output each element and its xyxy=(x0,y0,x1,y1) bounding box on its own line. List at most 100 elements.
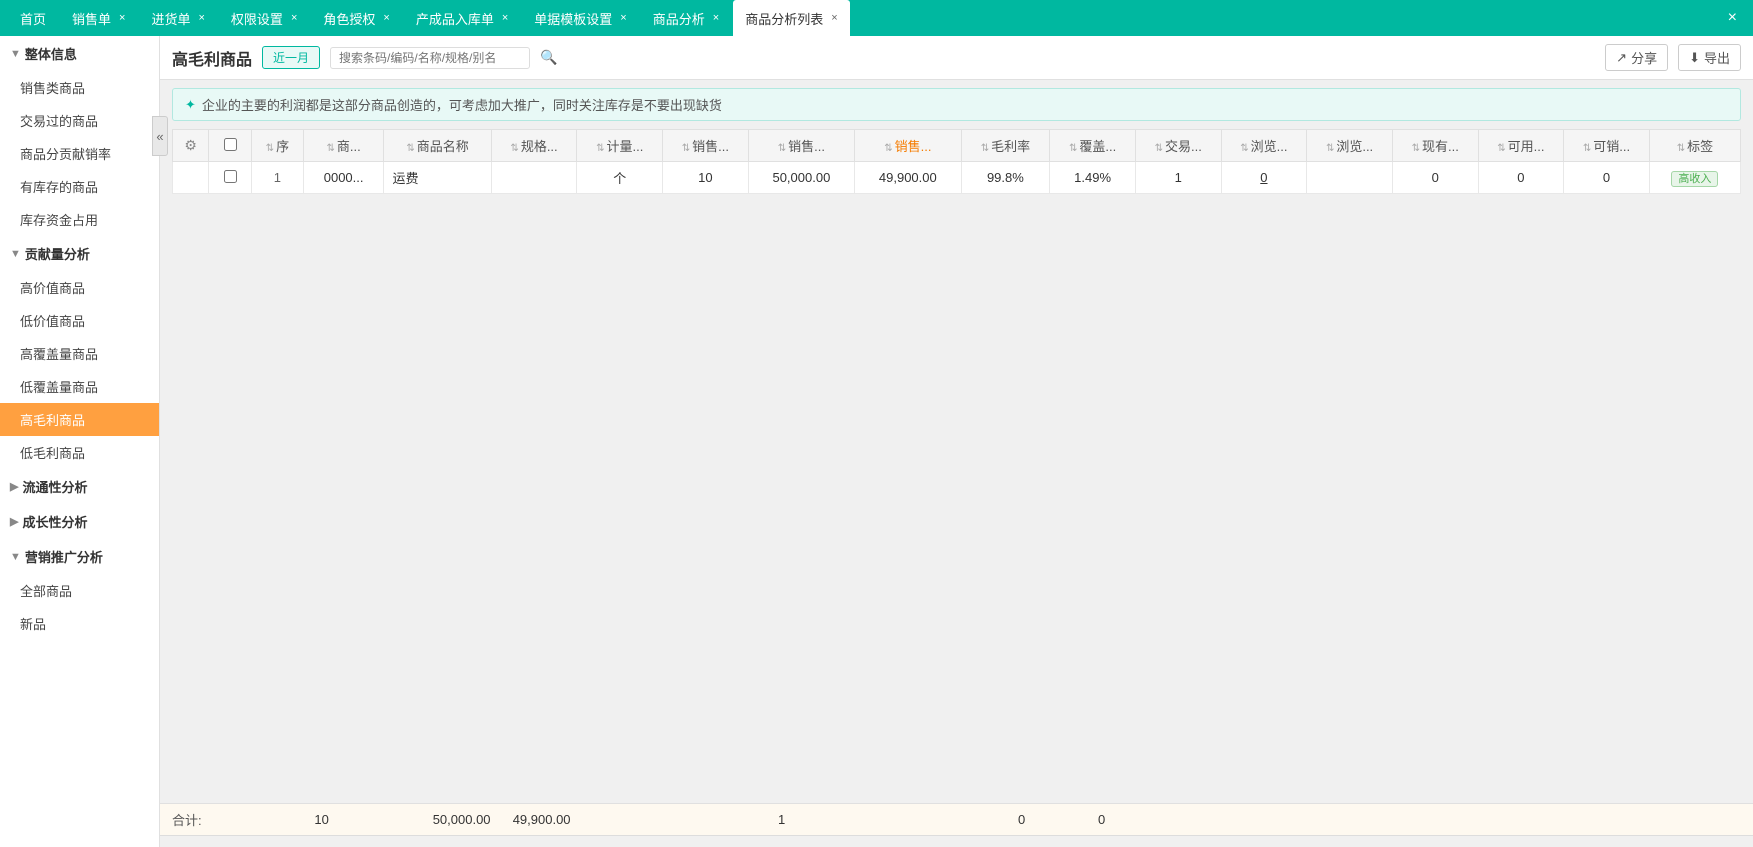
cell-views2 xyxy=(1307,162,1393,194)
close-icon[interactable]: × xyxy=(119,12,125,24)
sidebar-group-overall[interactable]: ▼ 整体信息 xyxy=(0,36,159,71)
search-button[interactable]: 🔍 xyxy=(540,49,557,66)
select-all-checkbox[interactable] xyxy=(224,138,237,151)
chevron-right-icon: ▶ xyxy=(10,515,18,528)
footer-label: 合计: xyxy=(172,810,202,829)
sidebar-group-marketing[interactable]: ▼ 营销推广分析 xyxy=(0,539,159,574)
cell-checkbox[interactable] xyxy=(209,162,252,194)
chevron-right-icon: ▶ xyxy=(10,480,18,493)
table-container: ⚙ ⇅序 ⇅商... ⇅商品名称 ⇅规格... ⇅计量... ⇅销售... ⇅销… xyxy=(160,129,1753,803)
close-icon[interactable]: × xyxy=(831,12,837,24)
sidebar-item-traded-goods[interactable]: 交易过的商品 xyxy=(0,104,159,137)
info-icon: ✦ xyxy=(185,97,196,113)
horizontal-scrollbar[interactable] xyxy=(160,835,1753,847)
col-views2[interactable]: ⇅浏览... xyxy=(1307,130,1393,162)
col-code[interactable]: ⇅商... xyxy=(303,130,384,162)
sidebar-item-new-goods[interactable]: 新品 xyxy=(0,607,159,640)
nav-tab-home[interactable]: 首页 xyxy=(8,0,58,36)
col-sales-profit[interactable]: ⇅销售... xyxy=(855,130,961,162)
footer-spacer1 xyxy=(582,812,742,827)
sidebar-item-high-coverage[interactable]: 高覆盖量商品 xyxy=(0,337,159,370)
nav-tab-analysis[interactable]: 商品分析 × xyxy=(641,0,731,36)
sidebar-item-low-value[interactable]: 低价值商品 xyxy=(0,304,159,337)
footer-values: 10 50,000.00 49,900.00 1 0 0 xyxy=(222,812,1142,827)
col-checkbox[interactable] xyxy=(209,130,252,162)
search-input[interactable] xyxy=(330,47,530,69)
footer-summary: 合计: 10 50,000.00 49,900.00 1 0 0 xyxy=(160,803,1753,835)
filter-last-month-button[interactable]: 近一月 xyxy=(262,46,320,69)
col-saleable-stock[interactable]: ⇅可销... xyxy=(1564,130,1650,162)
col-name[interactable]: ⇅商品名称 xyxy=(384,130,491,162)
close-icon[interactable]: × xyxy=(198,12,204,24)
col-current-stock[interactable]: ⇅现有... xyxy=(1392,130,1478,162)
sidebar-item-stocked-goods[interactable]: 有库存的商品 xyxy=(0,170,159,203)
col-tag[interactable]: ⇅标签 xyxy=(1649,130,1740,162)
content-area: 高毛利商品 近一月 🔍 ↗ 分享 ⬇ 导出 ✦ 企业的主要的利润都是这部分商品创… xyxy=(160,36,1753,847)
cell-trade-count: 1 xyxy=(1135,162,1221,194)
top-navigation: 首页 销售单 × 进货单 × 权限设置 × 角色授权 × 产成品入库单 × 单据… xyxy=(0,0,1753,36)
col-gross-rate[interactable]: ⇅毛利率 xyxy=(961,130,1050,162)
cell-current-stock: 0 xyxy=(1392,162,1478,194)
close-icon[interactable]: × xyxy=(502,12,508,24)
close-all-button[interactable]: × xyxy=(1720,9,1745,27)
cell-tag: 高收入 xyxy=(1649,162,1740,194)
col-unit[interactable]: ⇅计量... xyxy=(577,130,663,162)
sidebar-item-high-value[interactable]: 高价值商品 xyxy=(0,271,159,304)
nav-tab-role[interactable]: 角色授权 × xyxy=(311,0,401,36)
cell-saleable-stock: 0 xyxy=(1564,162,1650,194)
chevron-down-icon: ▼ xyxy=(10,248,21,260)
footer-sales-amount: 50,000.00 xyxy=(422,812,502,827)
sidebar-collapse-button[interactable]: « xyxy=(152,116,168,156)
sidebar-item-low-coverage[interactable]: 低覆盖量商品 xyxy=(0,370,159,403)
footer-available-stock: 0 xyxy=(1062,812,1142,827)
col-settings[interactable]: ⚙ xyxy=(173,130,209,162)
close-icon[interactable]: × xyxy=(713,12,719,24)
nav-tab-analysis-list[interactable]: 商品分析列表 × xyxy=(733,0,849,36)
cell-index: 1 xyxy=(252,162,304,194)
sidebar-group-contribution[interactable]: ▼ 贡献量分析 xyxy=(0,236,159,271)
cell-gross-rate: 99.8% xyxy=(961,162,1050,194)
data-table: ⚙ ⇅序 ⇅商... ⇅商品名称 ⇅规格... ⇅计量... ⇅销售... ⇅销… xyxy=(172,129,1741,194)
row-checkbox[interactable] xyxy=(224,170,237,183)
sidebar: ▼ 整体信息 销售类商品 交易过的商品 商品分贡献销率 有库存的商品 库存资金占… xyxy=(0,36,160,847)
col-available-stock[interactable]: ⇅可用... xyxy=(1478,130,1564,162)
chevron-down-icon: ▼ xyxy=(10,551,21,563)
export-button[interactable]: ⬇ 导出 xyxy=(1678,44,1741,71)
sidebar-item-sales-goods[interactable]: 销售类商品 xyxy=(0,71,159,104)
sidebar-item-all-goods[interactable]: 全部商品 xyxy=(0,574,159,607)
col-sales-qty[interactable]: ⇅销售... xyxy=(663,130,749,162)
col-views1[interactable]: ⇅浏览... xyxy=(1221,130,1307,162)
nav-tab-purchase[interactable]: 进货单 × xyxy=(139,0,216,36)
col-coverage[interactable]: ⇅覆盖... xyxy=(1050,130,1136,162)
chevron-down-icon: ▼ xyxy=(10,48,21,60)
close-icon[interactable]: × xyxy=(383,12,389,24)
table-row: 1 0000... 运费 个 10 50,000.00 49,900.00 99… xyxy=(173,162,1741,194)
cell-spec xyxy=(491,162,577,194)
nav-tab-permission[interactable]: 权限设置 × xyxy=(219,0,309,36)
cell-code: 0000... xyxy=(303,162,384,194)
main-layout: ▼ 整体信息 销售类商品 交易过的商品 商品分贡献销率 有库存的商品 库存资金占… xyxy=(0,36,1753,847)
cell-views1[interactable]: 0 xyxy=(1221,162,1307,194)
sidebar-item-contribution-rate[interactable]: 商品分贡献销率 xyxy=(0,137,159,170)
share-button[interactable]: ↗ 分享 xyxy=(1605,44,1668,71)
nav-tab-sales[interactable]: 销售单 × xyxy=(60,0,137,36)
close-icon[interactable]: × xyxy=(620,12,626,24)
nav-tab-template[interactable]: 单据模板设置 × xyxy=(522,0,638,36)
cell-unit: 个 xyxy=(577,162,663,194)
cell-sales-amount: 50,000.00 xyxy=(748,162,854,194)
sidebar-item-low-margin[interactable]: 低毛利商品 xyxy=(0,436,159,469)
close-icon[interactable]: × xyxy=(291,12,297,24)
col-trade-count[interactable]: ⇅交易... xyxy=(1135,130,1221,162)
sidebar-group-growth[interactable]: ▶ 成长性分析 xyxy=(0,504,159,539)
col-sales-amount[interactable]: ⇅销售... xyxy=(748,130,854,162)
table-header-row: ⚙ ⇅序 ⇅商... ⇅商品名称 ⇅规格... ⇅计量... ⇅销售... ⇅销… xyxy=(173,130,1741,162)
info-banner: ✦ 企业的主要的利润都是这部分商品创造的，可考虑加大推广，同时关注库存是不要出现… xyxy=(172,88,1741,121)
footer-spacer2 xyxy=(822,812,982,827)
nav-tab-product-in[interactable]: 产成品入库单 × xyxy=(404,0,520,36)
footer-sales-qty: 10 xyxy=(222,812,422,827)
sidebar-item-high-margin[interactable]: 高毛利商品 xyxy=(0,403,159,436)
col-spec[interactable]: ⇅规格... xyxy=(491,130,577,162)
sidebar-group-liquidity[interactable]: ▶ 流通性分析 xyxy=(0,469,159,504)
cell-settings xyxy=(173,162,209,194)
sidebar-item-inventory-capital[interactable]: 库存资金占用 xyxy=(0,203,159,236)
